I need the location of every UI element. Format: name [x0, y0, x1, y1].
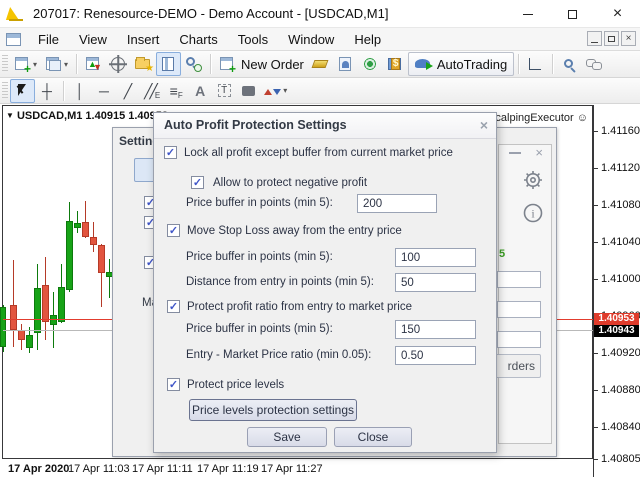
ea-side-panel: × i 5 rders	[493, 144, 552, 444]
protect-levels-checkbox[interactable]: ✓	[167, 378, 180, 391]
candle-body	[98, 245, 105, 273]
buffer2-input[interactable]	[395, 248, 476, 267]
application-window: 207017: Renesource-DEMO - Demo Account -…	[0, 0, 640, 480]
candle-body	[66, 221, 73, 290]
save-button[interactable]: Save	[247, 427, 327, 447]
price-axis-label: 1.40805	[601, 453, 640, 465]
candle-body	[34, 288, 41, 333]
price-axis-tick	[593, 353, 598, 354]
entry-ratio-label: Entry - Market Price ratio (min 0.05):	[186, 349, 372, 361]
move-stoploss-checkbox[interactable]: ✓	[167, 224, 180, 237]
time-axis-label: 17 Apr 11:11	[132, 463, 193, 475]
price-axis-label: 1.41000	[601, 273, 640, 285]
entry-ratio-input[interactable]	[395, 346, 476, 365]
chart-symbol-label: ▼ USDCAD,M1 1.40915 1.40958	[6, 110, 169, 122]
candle-body	[82, 222, 89, 237]
lock-profit-checkbox[interactable]: ✓	[164, 146, 177, 159]
close-dialog-button[interactable]: Close	[334, 427, 412, 447]
buffer1-input[interactable]	[357, 194, 437, 213]
price-axis-label: 1.41120	[601, 162, 640, 174]
candle-body	[74, 223, 81, 228]
protect-levels-label: Protect price levels	[187, 379, 285, 391]
bid-price-badge: 1.40953	[594, 313, 639, 325]
time-axis-label: 17 Apr 11:19	[197, 463, 259, 475]
lock-profit-label: Lock all profit except buffer from curre…	[184, 147, 453, 159]
price-axis-tick	[593, 459, 598, 460]
price-axis-label: 1.40840	[601, 421, 640, 433]
candle-body	[18, 330, 25, 340]
candle-body	[42, 285, 49, 322]
price-axis-label: 1.41080	[601, 199, 640, 211]
time-axis-label: 17 Apr 11:27	[261, 463, 323, 475]
buffer1-label: Price buffer in points (min 5):	[186, 197, 333, 209]
candle-body	[26, 335, 33, 348]
protect-ratio-checkbox[interactable]: ✓	[167, 300, 180, 313]
time-axis-label: 17 Apr 2020	[8, 463, 70, 475]
smiley-icon[interactable]: ☺	[577, 112, 588, 124]
candle-body	[10, 305, 17, 330]
ea-input-fragment[interactable]	[497, 301, 541, 318]
protect-ratio-label: Protect profit ratio from entry to marke…	[187, 301, 412, 313]
price-axis-label: 1.41040	[601, 236, 640, 248]
buffer3-input[interactable]	[395, 320, 476, 339]
price-axis-label: 1.40920	[601, 347, 640, 359]
price-axis-tick	[593, 390, 598, 391]
gear-icon[interactable]	[522, 169, 544, 191]
panel-close-icon[interactable]: ×	[535, 145, 543, 160]
buffer2-label: Price buffer in points (min 5):	[186, 251, 333, 263]
chevron-down-icon[interactable]: ▼	[6, 111, 14, 120]
auto-profit-protection-dialog: Auto Profit Protection Settings × ✓ Lock…	[153, 112, 497, 453]
price-axis-label: 1.40880	[601, 384, 640, 396]
panel-minimize-icon[interactable]	[509, 152, 521, 154]
price-axis-line	[593, 105, 594, 477]
ea-input-fragment[interactable]	[497, 331, 541, 348]
candle-body	[90, 237, 97, 245]
time-axis-label: 17 Apr 11:03	[68, 463, 130, 475]
distance-input[interactable]	[395, 273, 476, 292]
candle-body	[0, 307, 6, 347]
move-stoploss-label: Move Stop Loss away from the entry price	[187, 225, 402, 237]
price-axis-tick	[593, 242, 598, 243]
price-levels-settings-button[interactable]: Price levels protection settings	[189, 399, 357, 421]
ea-input-fragment[interactable]	[497, 271, 541, 288]
candle-body	[50, 315, 57, 325]
price-axis-tick	[593, 168, 598, 169]
candle-wick	[109, 259, 110, 298]
price-axis-tick	[593, 279, 598, 280]
price-axis-tick	[593, 205, 598, 206]
price-axis-tick	[593, 131, 598, 132]
price-axis-label: 1.41160	[601, 125, 640, 137]
info-icon[interactable]: i	[522, 202, 544, 224]
buffer3-label: Price buffer in points (min 5):	[186, 323, 333, 335]
svg-text:i: i	[531, 207, 535, 221]
candle-wick	[77, 211, 78, 233]
dialog-close-icon[interactable]: ×	[480, 117, 488, 133]
candle-wick	[13, 260, 14, 347]
candle-body	[58, 287, 65, 322]
close-orders-button-fragment[interactable]: rders	[493, 354, 541, 378]
ea-label-fragment: 5	[499, 248, 506, 260]
allow-negative-label: Allow to protect negative profit	[213, 177, 368, 189]
price-axis-tick	[593, 427, 598, 428]
allow-negative-checkbox[interactable]: ✓	[191, 176, 204, 189]
expert-advisor-label: sScalpingExecutor ☺	[482, 112, 588, 124]
last-price-badge: 1.40943	[594, 325, 639, 337]
dialog-title: Auto Profit Protection Settings	[164, 118, 347, 132]
distance-label: Distance from entry in points (min 5):	[186, 276, 374, 288]
dialog-title-bar[interactable]: Auto Profit Protection Settings ×	[154, 113, 496, 139]
